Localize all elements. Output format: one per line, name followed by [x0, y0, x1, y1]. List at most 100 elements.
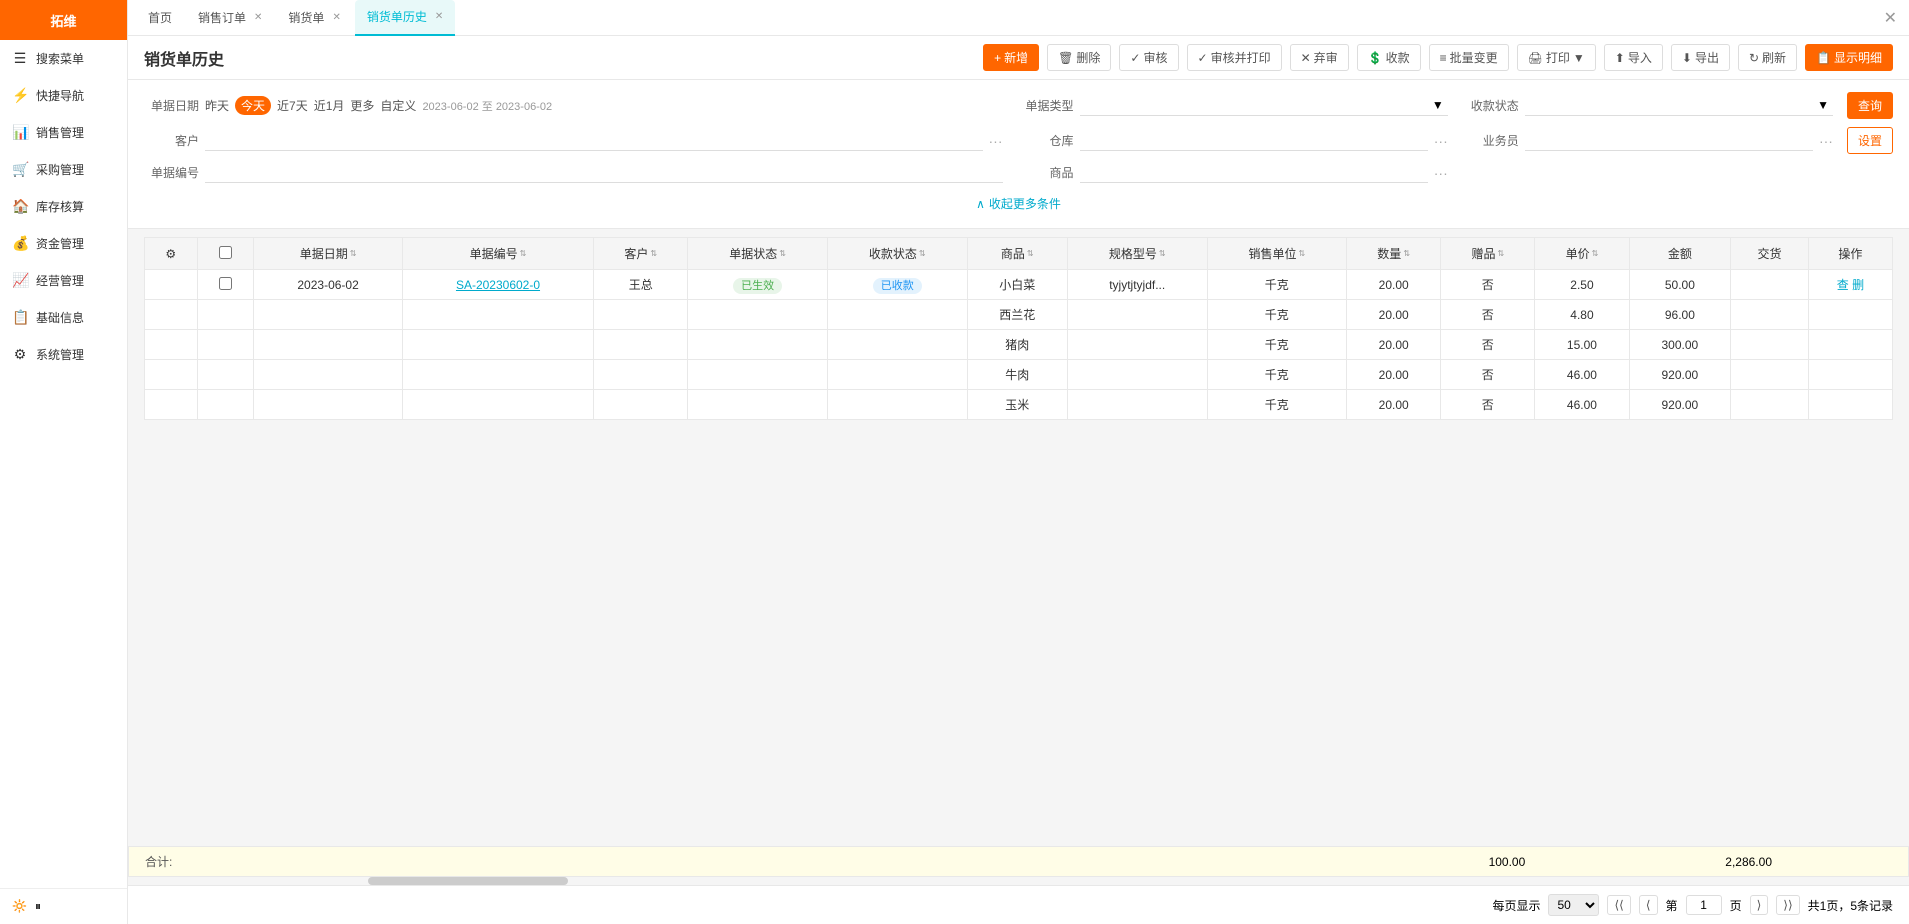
- doc-no-input[interactable]: [205, 162, 1003, 183]
- window-close-button[interactable]: ✕: [1880, 8, 1901, 28]
- brightness-icon[interactable]: 🔆: [12, 899, 27, 914]
- tab-sales-history-close[interactable]: ✕: [435, 11, 443, 22]
- cell-doc-status: [688, 330, 828, 360]
- sort-payment-status[interactable]: 收款状态⇅: [869, 245, 926, 262]
- tab-sales-order-close[interactable]: ✕: [254, 12, 262, 23]
- settings-icon: ⚙: [165, 247, 176, 261]
- page-size-label: 每页显示: [1492, 897, 1540, 914]
- product-input[interactable]: [1080, 162, 1428, 183]
- sort-qty[interactable]: 数量⇅: [1377, 245, 1410, 262]
- sidebar-item-ops-mgmt[interactable]: 📈 经营管理: [0, 262, 127, 299]
- footer-sum-values: 100.00 2,286.00: [225, 855, 1892, 869]
- tab-sales-history-label: 销货单历史: [367, 8, 427, 25]
- col-unit[interactable]: 销售单位⇅: [1207, 238, 1347, 270]
- product-dots[interactable]: ···: [1434, 165, 1448, 181]
- cell-product: 牛肉: [967, 360, 1067, 390]
- sidebar-item-search-menu[interactable]: ☰ 搜索菜单: [0, 40, 127, 77]
- batch-change-button[interactable]: ≡ 批量变更: [1429, 44, 1509, 71]
- date-shortcut-custom[interactable]: 自定义: [380, 97, 416, 114]
- audit-button[interactable]: ✓ 审核: [1119, 44, 1178, 71]
- scrollbar-thumb[interactable]: [368, 877, 568, 885]
- sidebar-item-sys-mgmt[interactable]: ⚙ 系统管理: [0, 336, 127, 373]
- doc-no-link[interactable]: SA-20230602-0: [456, 278, 540, 292]
- first-page-button[interactable]: ⟨⟨: [1607, 895, 1630, 915]
- print-button[interactable]: 🖨 打印 ▼: [1517, 44, 1596, 71]
- row-checkbox[interactable]: [219, 277, 232, 290]
- col-product[interactable]: 商品⇅: [967, 238, 1067, 270]
- prev-page-button[interactable]: ⟨: [1639, 895, 1658, 915]
- tab-sales-order[interactable]: 销售订单 ✕: [186, 0, 274, 36]
- cell-spec: [1067, 390, 1207, 420]
- customer-dots[interactable]: ···: [989, 133, 1003, 149]
- col-doc-status[interactable]: 单据状态⇅: [688, 238, 828, 270]
- col-customer[interactable]: 客户⇅: [594, 238, 688, 270]
- warehouse-input[interactable]: [1080, 130, 1428, 151]
- salesperson-dots[interactable]: ···: [1819, 133, 1833, 149]
- sidebar-item-basic-info[interactable]: 📋 基础信息: [0, 299, 127, 336]
- view-action-button[interactable]: 查: [1837, 278, 1849, 292]
- sort-spec[interactable]: 规格型号⇅: [1109, 245, 1166, 262]
- col-settings[interactable]: ⚙: [145, 238, 198, 270]
- collect-button[interactable]: 💲 收款: [1357, 44, 1421, 71]
- date-shortcut-yesterday[interactable]: 昨天: [205, 97, 229, 114]
- sort-gift[interactable]: 赠品⇅: [1471, 245, 1504, 262]
- sort-unit-price[interactable]: 单价⇅: [1566, 245, 1599, 262]
- table-row: 玉米 千克 20.00 否 46.00 920.00: [145, 390, 1893, 420]
- sidebar-item-sales-mgmt[interactable]: 📊 销售管理: [0, 114, 127, 151]
- sort-product[interactable]: 商品⇅: [1001, 245, 1034, 262]
- cell-product: 猪肉: [967, 330, 1067, 360]
- col-qty[interactable]: 数量⇅: [1347, 238, 1441, 270]
- warehouse-dots[interactable]: ···: [1434, 133, 1448, 149]
- cell-doc-status: [688, 390, 828, 420]
- scrollbar-area[interactable]: [128, 877, 1909, 885]
- sidebar-item-purchase-mgmt[interactable]: 🛒 采购管理: [0, 151, 127, 188]
- tab-sales-history[interactable]: 销货单历史 ✕: [355, 0, 455, 36]
- col-gift[interactable]: 赠品⇅: [1441, 238, 1535, 270]
- sort-doc-date[interactable]: 单据日期⇅: [300, 245, 357, 262]
- page-size-select[interactable]: 50 100 200: [1548, 894, 1599, 916]
- cell-qty: 20.00: [1347, 270, 1441, 300]
- tab-sales-invoice-close[interactable]: ✕: [332, 12, 340, 23]
- sidebar-item-quick-nav[interactable]: ⚡ 快捷导航: [0, 77, 127, 114]
- payment-status-select[interactable]: ▼: [1525, 95, 1833, 116]
- col-doc-date[interactable]: 单据日期⇅: [254, 238, 402, 270]
- col-payment-status[interactable]: 收款状态⇅: [827, 238, 967, 270]
- show-detail-button[interactable]: 📋 显示明细: [1805, 44, 1893, 71]
- page-input[interactable]: [1686, 895, 1722, 915]
- select-all-checkbox[interactable]: [219, 246, 232, 259]
- abandon-button[interactable]: ✕ 弃审: [1290, 44, 1349, 71]
- sort-doc-status[interactable]: 单据状态⇅: [729, 245, 786, 262]
- collapse-button[interactable]: ∧ 收起更多条件: [144, 191, 1893, 216]
- next-page-button[interactable]: ⟩: [1750, 895, 1769, 915]
- sort-customer[interactable]: 客户⇅: [624, 245, 657, 262]
- sidebar-item-inventory[interactable]: 🏠 库存核算: [0, 188, 127, 225]
- import-button[interactable]: ⬆ 导入: [1604, 44, 1663, 71]
- date-shortcut-today[interactable]: 今天: [235, 96, 271, 115]
- customer-input[interactable]: [205, 130, 983, 151]
- delete-action-button[interactable]: 删: [1852, 278, 1864, 292]
- export-button[interactable]: ⬇ 导出: [1671, 44, 1730, 71]
- date-shortcut-more[interactable]: 更多: [350, 97, 374, 114]
- col-unit-price[interactable]: 单价⇅: [1535, 238, 1629, 270]
- delete-button[interactable]: 🗑 删除: [1047, 44, 1111, 71]
- doc-type-select[interactable]: ▼: [1080, 95, 1448, 116]
- cell-actions: [1808, 360, 1892, 390]
- query-button[interactable]: 查询: [1847, 92, 1893, 119]
- salesperson-input[interactable]: [1525, 130, 1813, 151]
- sort-unit[interactable]: 销售单位⇅: [1248, 245, 1305, 262]
- col-spec[interactable]: 规格型号⇅: [1067, 238, 1207, 270]
- audit-print-button[interactable]: ✓ 审核并打印: [1187, 44, 1282, 71]
- tab-home[interactable]: 首页: [136, 0, 184, 36]
- date-shortcut-7days[interactable]: 近7天: [277, 97, 308, 114]
- pause-icon[interactable]: ⏸: [35, 899, 41, 914]
- add-button[interactable]: + 新增: [983, 44, 1039, 71]
- col-doc-no[interactable]: 单据编号⇅: [402, 238, 593, 270]
- app-logo: 拓维: [0, 0, 127, 40]
- settings-button[interactable]: 设置: [1847, 127, 1893, 154]
- refresh-button[interactable]: ↻ 刷新: [1738, 44, 1797, 71]
- sort-doc-no[interactable]: 单据编号⇅: [470, 245, 527, 262]
- last-page-button[interactable]: ⟩⟩: [1776, 895, 1799, 915]
- tab-sales-invoice[interactable]: 销货单 ✕: [276, 0, 352, 36]
- sidebar-item-finance[interactable]: 💰 资金管理: [0, 225, 127, 262]
- date-shortcut-1month[interactable]: 近1月: [314, 97, 345, 114]
